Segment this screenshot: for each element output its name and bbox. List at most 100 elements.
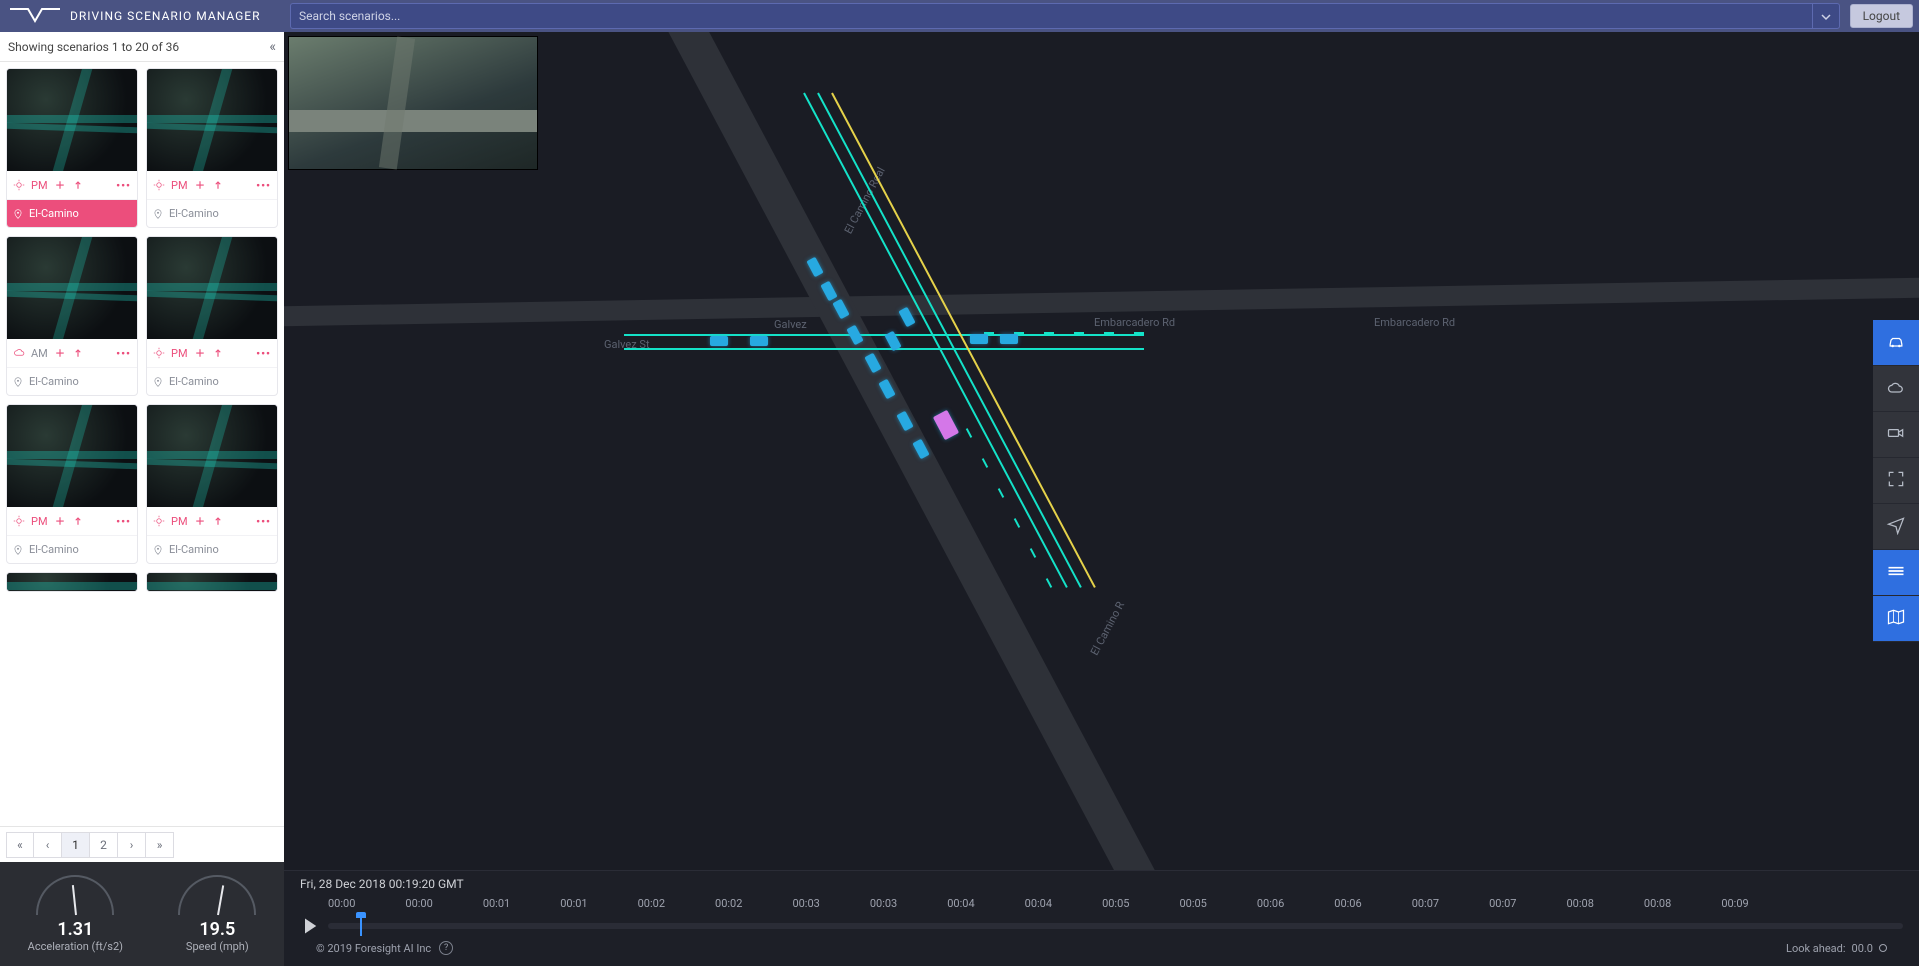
scenario-list[interactable]: PM•••El-CaminoPM•••El-CaminoAM•••El-Cami… <box>0 62 284 826</box>
scenario-thumbnail <box>147 237 277 339</box>
time-of-day: PM <box>171 515 188 528</box>
timeline-tick: 00:03 <box>792 897 819 910</box>
add-icon[interactable] <box>54 515 66 527</box>
scenario-thumbnail <box>147 405 277 507</box>
info-icon[interactable]: ? <box>439 941 453 955</box>
timeline-panel: Fri, 28 Dec 2018 00:19:20 GMT 00:0000:00… <box>284 870 1919 966</box>
weather-icon <box>153 515 165 527</box>
road-label: Galvez <box>774 318 807 331</box>
scenario-card[interactable]: AM•••El-Camino <box>6 236 138 396</box>
scenario-meta: AM ••• <box>7 339 137 367</box>
time-of-day: PM <box>31 515 48 528</box>
scene-viewport[interactable]: Galvez St Galvez Embarcadero Rd Embarcad… <box>284 32 1919 870</box>
timeline-tick: 00:00 <box>405 897 432 910</box>
location-name: El-Camino <box>169 375 219 388</box>
pin-icon <box>153 376 165 388</box>
timeline-handle[interactable] <box>360 916 362 936</box>
page-first-button[interactable]: « <box>6 832 34 858</box>
road-label: Embarcadero Rd <box>1374 316 1455 329</box>
scenario-location: El-Camino <box>147 535 277 563</box>
export-icon[interactable] <box>212 179 224 191</box>
page-last-button[interactable]: » <box>146 832 174 858</box>
search-wrap <box>290 3 1840 29</box>
scenario-meta: PM••• <box>147 171 277 199</box>
timeline-tick: 00:00 <box>328 897 355 910</box>
export-icon[interactable] <box>72 515 84 527</box>
pip-aerial-view[interactable] <box>288 36 538 170</box>
add-icon[interactable] <box>194 347 206 359</box>
scenario-card[interactable]: PM•••El-Camino <box>6 68 138 228</box>
sidebar-collapse-button[interactable]: « <box>269 39 276 55</box>
export-icon[interactable] <box>72 179 84 191</box>
add-icon[interactable] <box>54 179 66 191</box>
look-ahead-label: Look ahead: <box>1786 942 1846 955</box>
time-of-day: AM <box>31 347 48 360</box>
logout-button[interactable]: Logout <box>1850 4 1913 28</box>
layers-icon <box>1886 561 1906 585</box>
timeline-tick: 00:01 <box>483 897 510 910</box>
timeline-tick: 00:08 <box>1567 897 1594 910</box>
page-prev-button[interactable]: ‹ <box>34 832 62 858</box>
more-button[interactable]: ••• <box>116 515 131 528</box>
scenario-thumbnail <box>7 405 137 507</box>
car-tool-button[interactable] <box>1873 320 1919 366</box>
more-button[interactable]: ••• <box>116 179 131 192</box>
scenario-card[interactable] <box>6 572 138 592</box>
weather-icon <box>13 347 25 359</box>
locate-tool-button[interactable] <box>1873 504 1919 550</box>
look-ahead-value: 00.0 <box>1852 942 1873 955</box>
timeline-slider[interactable] <box>328 923 1903 929</box>
scenario-card[interactable]: PM ••• El-Camino <box>146 404 278 564</box>
speed-label: Speed (mph) <box>178 940 256 953</box>
location-name: El-Camino <box>169 207 219 220</box>
road-label: Embarcadero Rd <box>1094 316 1175 329</box>
gauge-arc-icon <box>36 875 114 915</box>
location-name: El-Camino <box>169 543 219 556</box>
more-button[interactable]: ••• <box>256 347 271 360</box>
timeline-ticks: 00:0000:0000:0100:0100:0200:0200:0300:03… <box>328 897 1903 910</box>
scenario-meta: PM••• <box>7 171 137 199</box>
scenario-thumbnail <box>147 69 277 171</box>
page-2-button[interactable]: 2 <box>90 832 118 858</box>
pin-icon <box>153 208 165 220</box>
scenario-card[interactable]: PM•••El-Camino <box>6 404 138 564</box>
scenario-card[interactable] <box>146 572 278 592</box>
fullscreen-tool-button[interactable] <box>1873 458 1919 504</box>
pin-icon <box>13 376 25 388</box>
add-icon[interactable] <box>194 515 206 527</box>
footer-bar: © 2019 Foresight AI Inc ? Look ahead: 00… <box>300 936 1903 960</box>
add-icon[interactable] <box>54 347 66 359</box>
add-icon[interactable] <box>194 179 206 191</box>
look-ahead: Look ahead: 00.0 <box>1786 942 1887 955</box>
play-button[interactable] <box>300 916 320 936</box>
timeline-tick: 00:07 <box>1412 897 1439 910</box>
scenario-card[interactable]: PM•••El-Camino <box>146 236 278 396</box>
more-button[interactable]: ••• <box>256 515 271 528</box>
export-icon[interactable] <box>212 515 224 527</box>
weather-icon <box>153 179 165 191</box>
more-button[interactable]: ••• <box>116 347 131 360</box>
scenario-thumbnail <box>7 69 137 171</box>
weather-icon <box>13 179 25 191</box>
page-1-button[interactable]: 1 <box>62 832 90 858</box>
search-dropdown-button[interactable] <box>1812 3 1840 29</box>
timeline-tick: 00:04 <box>1025 897 1052 910</box>
timeline-tick: 00:07 <box>1489 897 1516 910</box>
pin-icon <box>13 208 25 220</box>
brand-logo-icon <box>10 7 60 25</box>
cloud-tool-button[interactable] <box>1873 366 1919 412</box>
export-icon[interactable] <box>212 347 224 359</box>
locate-icon <box>1886 515 1906 539</box>
page-next-button[interactable]: › <box>118 832 146 858</box>
map-tool-button[interactable] <box>1873 596 1919 642</box>
layers-tool-button[interactable] <box>1873 550 1919 596</box>
timeline-tick: 00:06 <box>1257 897 1284 910</box>
camera-tool-button[interactable] <box>1873 412 1919 458</box>
export-icon[interactable] <box>72 347 84 359</box>
accel-gauge: 1.31 Acceleration (ft/s2) <box>28 875 123 953</box>
road-label: El Camino R <box>1088 599 1127 657</box>
scenario-card[interactable]: PM••• El-Camino <box>146 68 278 228</box>
search-input[interactable] <box>290 3 1812 29</box>
more-button[interactable]: ••• <box>256 179 271 192</box>
vehicle <box>1000 334 1018 344</box>
